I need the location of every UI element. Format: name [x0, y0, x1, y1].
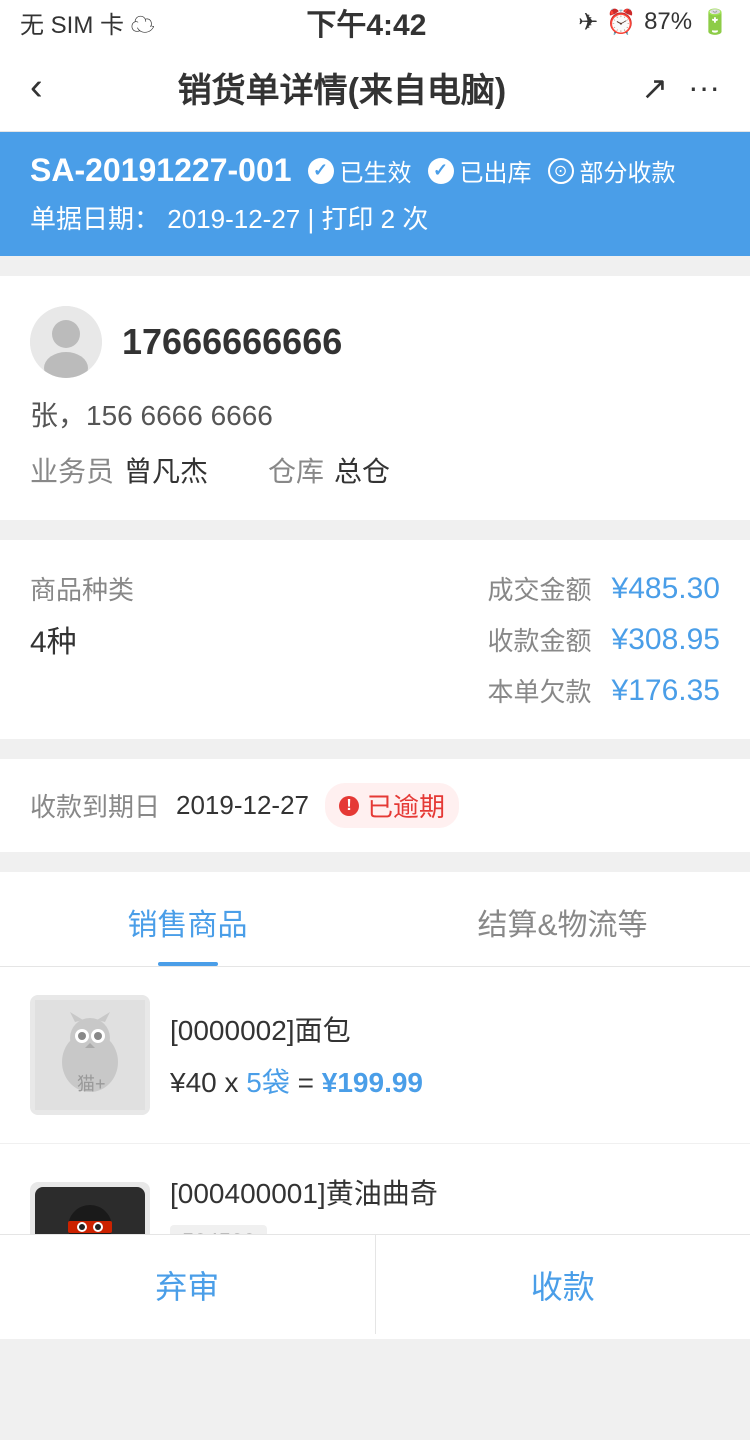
page-title: 销货单详情(来自电脑): [178, 63, 507, 112]
nav-actions: ↗ ···: [641, 69, 720, 107]
order-header-banner: SA-20191227-001 ✓ 已生效 ✓ 已出库 ⊙ 部分收款 单据日期：…: [0, 132, 750, 256]
clock-icon: ⊙: [548, 158, 574, 184]
alarm-icon: ⏰: [606, 8, 636, 37]
overdue-text: 已逾期: [367, 787, 445, 824]
salesperson-label: 业务员: [30, 450, 114, 490]
more-button[interactable]: ···: [688, 69, 720, 106]
amount-label: 成交金额: [488, 570, 592, 607]
salesperson-value: 曾凡杰: [124, 450, 208, 490]
tabs-header: 销售商品 结算&物流等: [0, 872, 750, 967]
warehouse-label: 仓库: [268, 450, 324, 490]
received-label: 收款金额: [488, 621, 592, 658]
status-left: 无 SIM 卡 ☁: [20, 5, 155, 40]
product-name-2: [000400001]黄油曲奇: [170, 1172, 720, 1212]
owed-value: ¥176.35: [612, 674, 720, 708]
svg-text:猫+: 猫+: [77, 1074, 106, 1094]
status-time: 下午4:42: [306, 0, 426, 44]
battery-icon: 🔋: [700, 8, 730, 37]
overdue-dot-icon: !: [339, 796, 359, 816]
status-shipped: ✓ 已出库: [428, 153, 532, 188]
nav-bar: ‹ 销货单详情(来自电脑) ↗ ···: [0, 44, 750, 132]
overdue-badge: ! 已逾期: [325, 783, 459, 828]
summary-section: 商品种类 4种 成交金额 ¥485.30 收款金额 ¥308.95 本单欠款 ¥…: [0, 540, 750, 739]
sim-status: 无 SIM 卡 ☁: [20, 5, 155, 40]
product-image-1: 猫+: [30, 995, 150, 1115]
due-date-label: 收款到期日: [30, 787, 160, 824]
customer-meta: 业务员 曾凡杰 仓库 总仓: [30, 450, 720, 490]
back-button[interactable]: ‹: [30, 66, 43, 109]
share-button[interactable]: ↗: [641, 69, 668, 107]
tab-settlement[interactable]: 结算&物流等: [375, 872, 750, 966]
tab-products[interactable]: 销售商品: [0, 872, 375, 966]
warehouse-value: 总仓: [334, 450, 390, 490]
customer-section: 17666666666 张，156 6666 6666 业务员 曾凡杰 仓库 总…: [0, 276, 750, 520]
product-info-1: [0000002]面包 ¥40 x 5袋 = ¥199.99: [170, 1009, 720, 1101]
status-effective: ✓ 已生效: [308, 153, 412, 188]
amount-value: ¥485.30: [612, 572, 720, 606]
due-date-value: 2019-12-27: [176, 790, 309, 821]
customer-id: 17666666666: [122, 321, 342, 363]
product-total-1: ¥199.99: [322, 1067, 423, 1098]
category-label: 商品种类: [30, 570, 134, 607]
avatar-icon: [30, 306, 102, 378]
order-id: SA-20191227-001: [30, 152, 292, 189]
order-date-info: 单据日期： 2019-12-27 | 打印 2 次: [30, 199, 720, 236]
product-thumbnail-1: 猫+: [35, 1000, 145, 1110]
product-qty-1: 5袋: [246, 1067, 290, 1098]
status-bar: 无 SIM 卡 ☁ 下午4:42 ✈ ⏰ 87% 🔋: [0, 0, 750, 44]
battery-level: 87%: [644, 8, 692, 36]
customer-phone: 张，156 6666 6666: [30, 394, 720, 434]
product-name-1: [0000002]面包: [170, 1009, 720, 1049]
customer-avatar: [30, 306, 102, 378]
bottom-bar: 弃审 收款: [0, 1234, 750, 1334]
received-value: ¥308.95: [612, 623, 720, 657]
status-right: ✈ ⏰ 87% 🔋: [578, 8, 730, 37]
owed-label: 本单欠款: [488, 672, 592, 709]
check-icon-2: ✓: [428, 158, 454, 184]
check-icon-1: ✓: [308, 158, 334, 184]
collect-payment-button[interactable]: 收款: [376, 1235, 750, 1334]
cancel-review-button[interactable]: 弃审: [0, 1235, 376, 1334]
due-date-section: 收款到期日 2019-12-27 ! 已逾期: [0, 759, 750, 852]
category-value: 4种: [30, 617, 134, 661]
status-partial-paid: ⊙ 部分收款: [548, 153, 676, 188]
product-price-1: ¥40 x 5袋 = ¥199.99: [170, 1061, 720, 1101]
product-item: 猫+ [0000002]面包 ¥40 x 5袋 = ¥199.99: [0, 967, 750, 1144]
location-icon: ✈: [578, 8, 598, 37]
